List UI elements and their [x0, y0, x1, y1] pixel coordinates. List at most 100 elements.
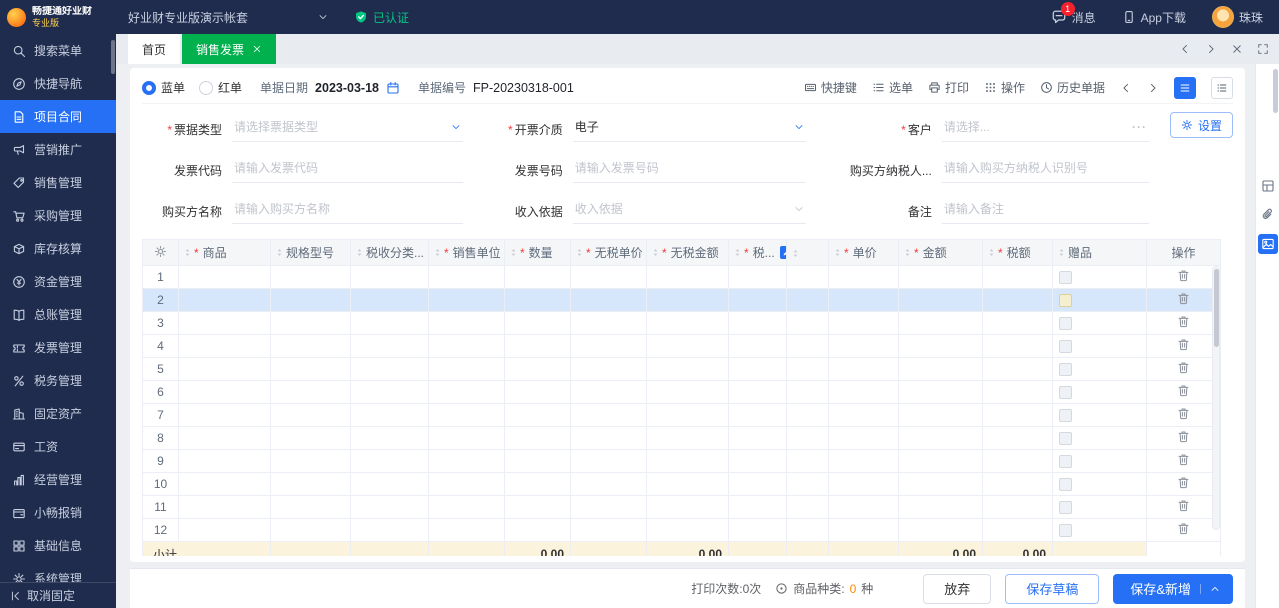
- cell-unit[interactable]: [428, 426, 505, 450]
- cell-blank[interactable]: [786, 288, 829, 312]
- chevron-down-icon[interactable]: [794, 204, 804, 214]
- next-tab-icon[interactable]: [1205, 43, 1217, 55]
- cell-taxrate[interactable]: [728, 288, 787, 312]
- settings-button[interactable]: 设置: [1169, 112, 1233, 138]
- doc-date-value[interactable]: 2023-03-18: [315, 81, 379, 95]
- cell-product[interactable]: [178, 518, 271, 542]
- shortcut-keys-button[interactable]: 快捷键: [804, 79, 857, 96]
- cell-price_notax[interactable]: [570, 518, 647, 542]
- cell-tax[interactable]: [982, 334, 1053, 358]
- cell-amount_notax[interactable]: [646, 380, 729, 404]
- next-doc-icon[interactable]: [1147, 82, 1159, 94]
- delete-row-icon[interactable]: [1177, 499, 1190, 512]
- cell-blank[interactable]: [786, 403, 829, 427]
- sort-icon[interactable]: [791, 248, 800, 259]
- cell-price_notax[interactable]: [570, 495, 647, 519]
- delete-row-icon[interactable]: [1177, 522, 1190, 535]
- cell-unit[interactable]: [428, 288, 505, 312]
- delete-row-icon[interactable]: [1177, 361, 1190, 374]
- delete-row-icon[interactable]: [1177, 315, 1190, 328]
- sidebar-scrollbar[interactable]: [111, 40, 115, 74]
- cell-blank[interactable]: [786, 265, 829, 289]
- cell-unit[interactable]: [428, 472, 505, 496]
- sort-icon[interactable]: [733, 247, 742, 258]
- invoice-code-input[interactable]: 请输入发票代码: [232, 157, 463, 183]
- cell-qty[interactable]: [504, 449, 571, 473]
- cell-amount[interactable]: [898, 495, 983, 519]
- cell-amount[interactable]: [898, 472, 983, 496]
- cell-tax[interactable]: [982, 518, 1053, 542]
- col-header-taxrate[interactable]: * 税...: [728, 239, 787, 266]
- print-button[interactable]: 打印: [928, 79, 969, 96]
- cell-taxrate[interactable]: [728, 311, 787, 335]
- sort-icon[interactable]: [1057, 247, 1066, 258]
- messages-button[interactable]: 1 消息: [1051, 1, 1096, 26]
- cell-amount[interactable]: [898, 403, 983, 427]
- cell-taxclass[interactable]: [350, 288, 429, 312]
- income-basis-input[interactable]: 收入依据: [572, 198, 806, 224]
- select-doc-button[interactable]: 选单: [872, 79, 913, 96]
- cell-spec[interactable]: [270, 426, 351, 450]
- cell-amount_notax[interactable]: [646, 403, 729, 427]
- cell-unit[interactable]: [428, 311, 505, 335]
- cell-amount[interactable]: [898, 334, 983, 358]
- col-header-product[interactable]: * 商品: [178, 239, 271, 266]
- sort-icon[interactable]: [183, 247, 192, 258]
- cell-action[interactable]: [1146, 288, 1221, 312]
- cell-product[interactable]: [178, 311, 271, 335]
- table-scrollbar-thumb[interactable]: [1214, 269, 1219, 347]
- cell-product[interactable]: [178, 449, 271, 473]
- cell-taxclass[interactable]: [350, 518, 429, 542]
- cell-amount[interactable]: [898, 265, 983, 289]
- cell-spec[interactable]: [270, 380, 351, 404]
- col-header-blank[interactable]: [786, 239, 829, 266]
- chevron-down-icon[interactable]: [794, 122, 804, 132]
- cell-taxrate[interactable]: [728, 380, 787, 404]
- cell-gift[interactable]: [1052, 449, 1147, 473]
- col-header-gift[interactable]: 赠品: [1052, 239, 1147, 266]
- cell-blank[interactable]: [786, 518, 829, 542]
- sidebar-item-invoice[interactable]: 发票管理: [0, 331, 116, 364]
- cell-action[interactable]: [1146, 334, 1221, 358]
- maximize-icon[interactable]: [1257, 43, 1269, 55]
- sort-icon[interactable]: [987, 247, 996, 258]
- cell-gift[interactable]: [1052, 495, 1147, 519]
- delete-row-icon[interactable]: [1177, 338, 1190, 351]
- cell-spec[interactable]: [270, 357, 351, 381]
- cell-gift[interactable]: [1052, 334, 1147, 358]
- gift-checkbox[interactable]: [1059, 409, 1072, 423]
- col-header-spec[interactable]: 规格型号: [270, 239, 351, 266]
- prev-doc-icon[interactable]: [1120, 82, 1132, 94]
- cell-amount[interactable]: [898, 518, 983, 542]
- save-draft-button[interactable]: 保存草稿: [1005, 573, 1100, 604]
- cell-unit[interactable]: [428, 380, 505, 404]
- cell-price_notax[interactable]: [570, 403, 647, 427]
- cell-gift[interactable]: [1052, 403, 1147, 427]
- item-row-3[interactable]: 3: [142, 311, 1221, 335]
- cell-price_notax[interactable]: [570, 334, 647, 358]
- delete-row-icon[interactable]: [1177, 269, 1190, 282]
- cell-amount_notax[interactable]: [646, 311, 729, 335]
- cell-spec[interactable]: [270, 518, 351, 542]
- cell-amount_notax[interactable]: [646, 357, 729, 381]
- cell-tax[interactable]: [982, 380, 1053, 404]
- buyer-tax-id-input[interactable]: 请输入购买方纳税人识别号: [941, 157, 1149, 183]
- cell-taxrate[interactable]: [728, 449, 787, 473]
- sidebar-item-fixed-assets[interactable]: 固定资产: [0, 397, 116, 430]
- cell-action[interactable]: [1146, 449, 1221, 473]
- cell-price_notax[interactable]: [570, 380, 647, 404]
- invoice-no-input[interactable]: 请输入发票号码: [572, 157, 806, 183]
- item-row-11[interactable]: 11: [142, 495, 1221, 519]
- cell-price[interactable]: [828, 472, 899, 496]
- gift-checkbox[interactable]: [1059, 317, 1072, 331]
- cell-taxclass[interactable]: [350, 472, 429, 496]
- gift-checkbox[interactable]: [1059, 271, 1072, 285]
- sort-icon[interactable]: [433, 247, 442, 258]
- item-row-9[interactable]: 9: [142, 449, 1221, 473]
- table-scrollbar[interactable]: [1212, 266, 1220, 530]
- cell-taxclass[interactable]: [350, 357, 429, 381]
- sidebar-item-marketing[interactable]: 营销推广: [0, 133, 116, 166]
- sort-icon[interactable]: [651, 247, 660, 258]
- item-row-2[interactable]: 2: [142, 288, 1221, 312]
- sidebar-item-tax[interactable]: 税务管理: [0, 364, 116, 397]
